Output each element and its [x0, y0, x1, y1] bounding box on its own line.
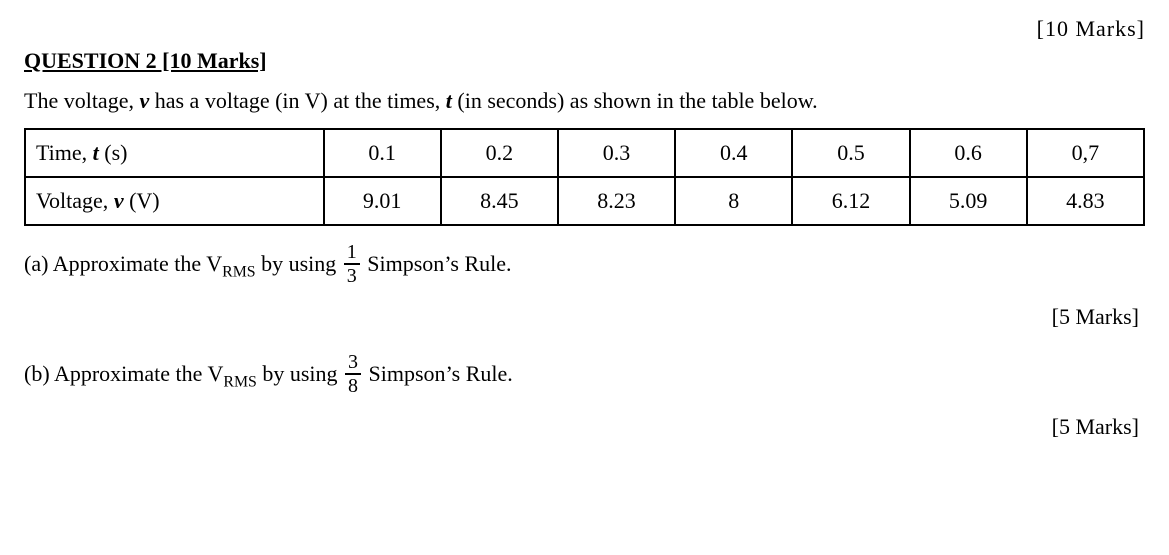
prompt-text: (in seconds) as shown in the table below… [452, 88, 818, 113]
cell-time: 0.6 [910, 129, 1027, 177]
cell-time: 0.1 [324, 129, 441, 177]
question-title: QUESTION 2 [10 Marks] [24, 48, 1145, 74]
page-header-fragment: [10 Marks] [24, 16, 1145, 42]
vrms-subscript: RMS [222, 263, 255, 280]
fraction-denominator: 3 [344, 265, 360, 286]
part-text: by using [257, 361, 343, 386]
marks-b: [5 Marks] [24, 414, 1139, 440]
label-text: (V) [124, 188, 160, 213]
cell-time: 0.5 [792, 129, 909, 177]
question-prompt: The voltage, v has a voltage (in V) at t… [24, 88, 1145, 114]
vrms-subscript: RMS [223, 373, 256, 390]
prompt-text: has a voltage (in V) at the times, [149, 88, 446, 113]
cell-voltage: 8.45 [441, 177, 558, 225]
cell-time: 0.2 [441, 129, 558, 177]
cell-voltage: 4.83 [1027, 177, 1144, 225]
part-label: (b) Approximate the V [24, 361, 223, 386]
prompt-text: The voltage, [24, 88, 139, 113]
cell-voltage: 8 [675, 177, 792, 225]
part-a: (a) Approximate the VRMS by using 13 Sim… [24, 244, 1145, 288]
fraction-one-third: 13 [344, 242, 360, 286]
part-label: (a) Approximate the V [24, 251, 222, 276]
table-row: Voltage, v (V) 9.01 8.45 8.23 8 6.12 5.0… [25, 177, 1144, 225]
var-v: v [139, 88, 149, 113]
part-text: by using [256, 251, 342, 276]
part-text: Simpson’s Rule. [362, 251, 512, 276]
marks-a: [5 Marks] [24, 304, 1139, 330]
cell-time: 0,7 [1027, 129, 1144, 177]
fraction-denominator: 8 [345, 375, 361, 396]
cell-voltage: 6.12 [792, 177, 909, 225]
fraction-numerator: 1 [344, 242, 360, 265]
part-text: Simpson’s Rule. [363, 361, 513, 386]
label-text: Voltage, [36, 188, 114, 213]
cell-voltage: 8.23 [558, 177, 675, 225]
cell-time: 0.3 [558, 129, 675, 177]
cell-voltage: 5.09 [910, 177, 1027, 225]
cell-voltage: 9.01 [324, 177, 441, 225]
row-label-voltage: Voltage, v (V) [25, 177, 324, 225]
var-v: v [114, 188, 124, 213]
fraction-three-eighths: 38 [345, 352, 361, 396]
part-b: (b) Approximate the VRMS by using 38 Sim… [24, 354, 1145, 398]
label-text: (s) [99, 140, 128, 165]
label-text: Time, [36, 140, 93, 165]
cell-time: 0.4 [675, 129, 792, 177]
data-table: Time, t (s) 0.1 0.2 0.3 0.4 0.5 0.6 0,7 … [24, 128, 1145, 226]
row-label-time: Time, t (s) [25, 129, 324, 177]
fraction-numerator: 3 [345, 352, 361, 375]
table-row: Time, t (s) 0.1 0.2 0.3 0.4 0.5 0.6 0,7 [25, 129, 1144, 177]
